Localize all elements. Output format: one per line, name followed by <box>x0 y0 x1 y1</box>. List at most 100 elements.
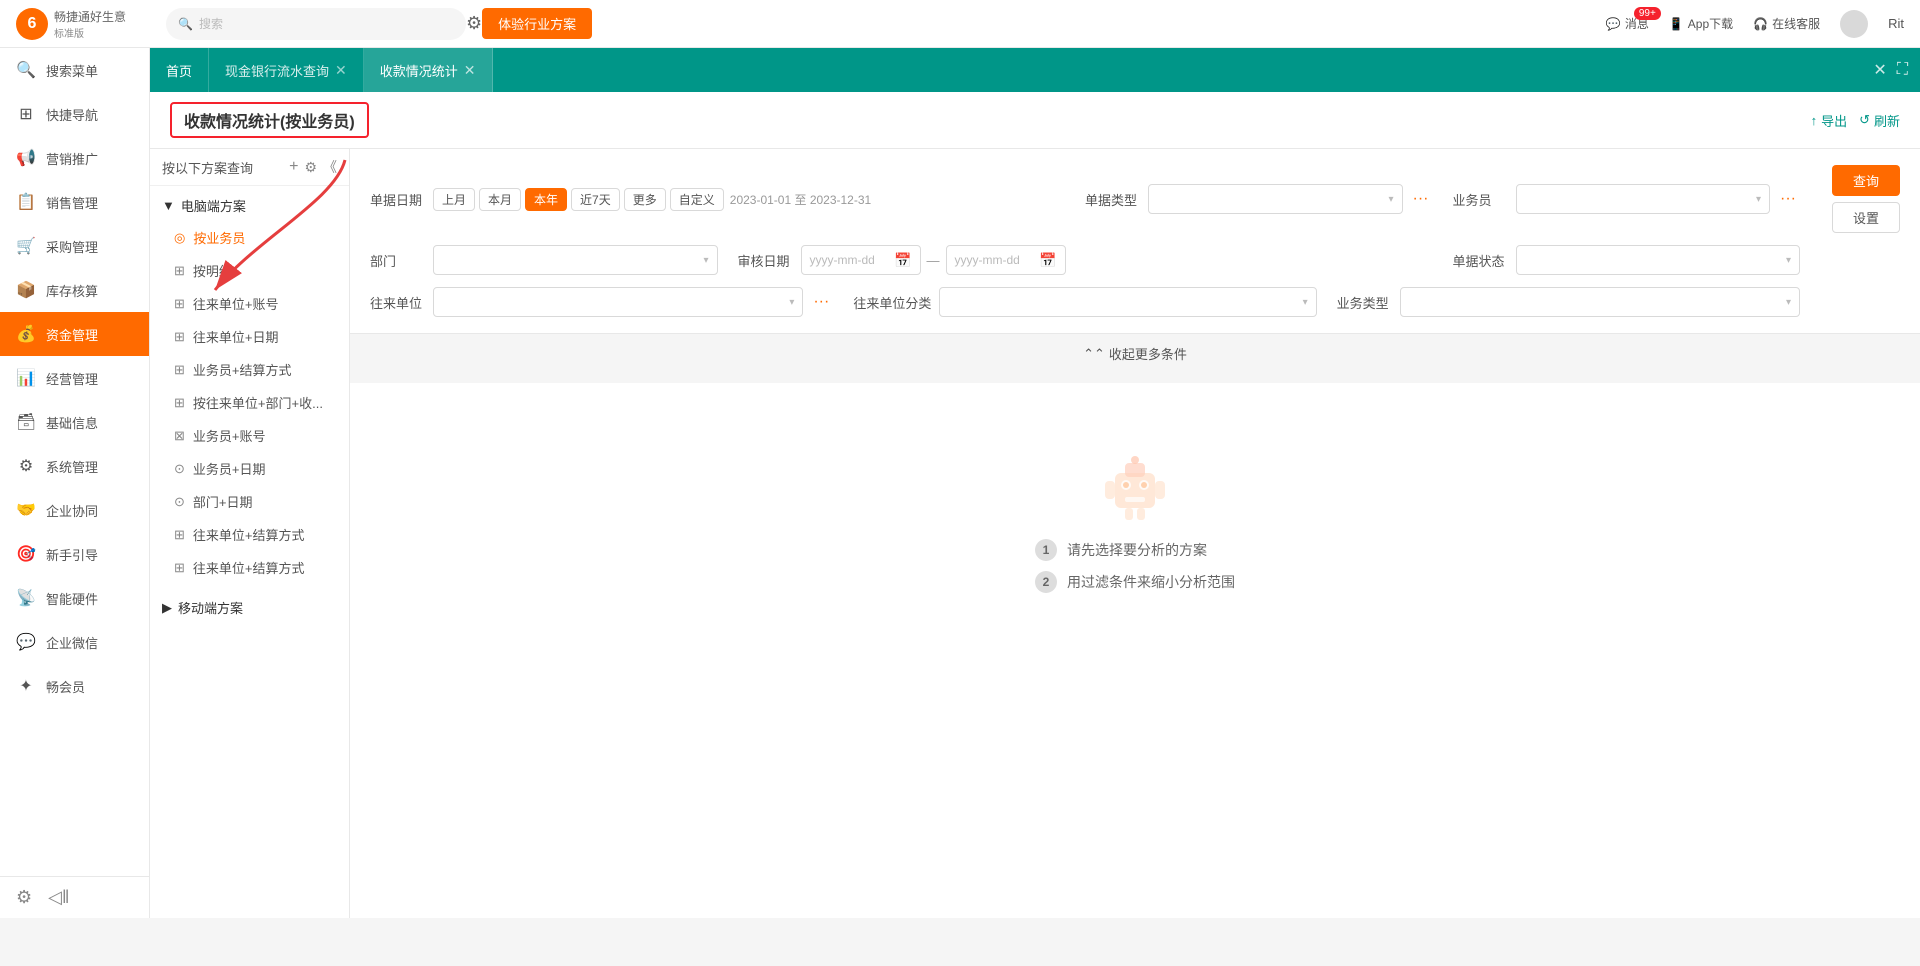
sidebar-collapse-icon[interactable]: ◁‖ <box>48 887 69 908</box>
basic-icon: 🗃 <box>16 412 36 432</box>
sidebar-item-system[interactable]: ⚙ 系统管理 <box>0 444 149 488</box>
scheme-group-pc-header[interactable]: ▼ 电脑端方案 <box>150 190 349 221</box>
user-name: Rit <box>1888 16 1904 31</box>
messages-item[interactable]: 💬 消息 99+ <box>1606 15 1649 32</box>
sidebar-item-marketing[interactable]: 📢 营销推广 <box>0 136 149 180</box>
member-icon: ✦ <box>16 676 36 696</box>
scheme-item-partner-account[interactable]: ⊞ 往来单位+账号 <box>150 287 349 320</box>
top-bar: 6 畅捷通好生意 标准版 🔍 搜索 ⚙ 体验行业方案 💬 消息 99+ 📱 Ap… <box>0 0 1920 48</box>
tab-close-all-icon[interactable]: ✕ <box>1873 60 1886 80</box>
collapse-bar[interactable]: ⌃⌃ 收起更多条件 <box>350 334 1920 373</box>
tab-cashflow-close[interactable]: ✕ <box>335 62 347 79</box>
sidebar-item-wechat[interactable]: 💬 企业微信 <box>0 620 149 664</box>
partner-more-btn[interactable]: ··· <box>809 293 833 311</box>
partner-cat-select[interactable]: ▾ <box>939 287 1316 317</box>
docstatus-select[interactable]: ▾ <box>1516 245 1801 275</box>
collapse-icon: ⌃⌃ <box>1083 346 1105 362</box>
btn-more-date[interactable]: 更多 <box>624 188 666 211</box>
marketing-icon: 📢 <box>16 148 36 168</box>
salesperson-select[interactable]: ▾ <box>1516 184 1771 214</box>
sidebar-item-quicknav[interactable]: ⊞ 快捷导航 <box>0 92 149 136</box>
scheme-group-mobile-header[interactable]: ▶ 移动端方案 <box>150 592 349 623</box>
gear-button[interactable]: ⚙ <box>466 13 482 34</box>
online-service-label: 在线客服 <box>1772 15 1820 32</box>
scheme-item-salesperson-account[interactable]: ⊠ 业务员+账号 <box>150 419 349 452</box>
review-date-end[interactable]: yyyy-mm-dd 📅 <box>946 245 1066 275</box>
scheme-item-sd-icon: ⊙ <box>174 461 185 477</box>
sidebar-item-sales[interactable]: 📋 销售管理 <box>0 180 149 224</box>
scheme-group-mobile-label: 移动端方案 <box>178 598 243 617</box>
filter-field-biztype: 业务类型 ▾ <box>1337 287 1800 317</box>
inventory-icon: 📦 <box>16 280 36 300</box>
scheme-item-partner-dept[interactable]: ⊞ 按往来单位+部门+收... <box>150 386 349 419</box>
btn-last-7-days[interactable]: 近7天 <box>571 188 620 211</box>
doctype-more-btn[interactable]: ··· <box>1409 190 1433 208</box>
filter-field-review-date: 审核日期 yyyy-mm-dd 📅 — yyyy-mm-dd <box>738 245 1433 275</box>
sidebar-item-collab[interactable]: 🤝 企业协同 <box>0 488 149 532</box>
sidebar-settings-icon[interactable]: ⚙ <box>16 887 32 908</box>
biztype-arrow: ▾ <box>1786 297 1791 308</box>
scheme-item-partner-settlement2[interactable]: ⊞ 往来单位+结算方式 <box>150 551 349 584</box>
review-date-start[interactable]: yyyy-mm-dd 📅 <box>801 245 921 275</box>
tab-cashflow[interactable]: 现金银行流水查询 ✕ <box>209 48 364 92</box>
scheme-item-ss-label: 业务员+结算方式 <box>193 360 292 379</box>
scheme-item-partner-date[interactable]: ⊞ 往来单位+日期 <box>150 320 349 353</box>
query-button[interactable]: 查询 <box>1832 165 1900 196</box>
refresh-button[interactable]: ↺ 刷新 <box>1859 111 1900 130</box>
scheme-item-dept-date[interactable]: ⊙ 部门+日期 <box>150 485 349 518</box>
sidebar-item-purchase[interactable]: 🛒 采购管理 <box>0 224 149 268</box>
partner-select[interactable]: ▾ <box>433 287 803 317</box>
sidebar-item-operations[interactable]: 📊 经营管理 <box>0 356 149 400</box>
user-avatar[interactable] <box>1840 10 1868 38</box>
doctype-select[interactable]: ▾ <box>1148 184 1403 214</box>
trial-button[interactable]: 体验行业方案 <box>482 8 592 39</box>
btn-custom-date[interactable]: 自定义 <box>670 188 724 211</box>
btn-last-month[interactable]: 上月 <box>433 188 475 211</box>
sidebar-item-search[interactable]: 🔍 搜索菜单 <box>0 48 149 92</box>
settings-button[interactable]: 设置 <box>1832 202 1900 233</box>
scheme-item-salesperson-date[interactable]: ⊙ 业务员+日期 <box>150 452 349 485</box>
scheme-add-icon[interactable]: + <box>289 158 298 176</box>
btn-this-month[interactable]: 本月 <box>479 188 521 211</box>
main-content: 按以下方案查询 + ⚙ 《 ▼ 电脑端方案 ◎ 按业务员 <box>150 149 1920 918</box>
biztype-select[interactable]: ▾ <box>1400 287 1800 317</box>
online-service-item[interactable]: 🎧 在线客服 <box>1753 15 1820 32</box>
scheme-item-salesperson-settlement[interactable]: ⊞ 业务员+结算方式 <box>150 353 349 386</box>
scheme-item-pdept-label: 按往来单位+部门+收... <box>193 393 323 412</box>
scheme-item-salesperson[interactable]: ◎ 按业务员 <box>150 221 349 254</box>
sidebar-item-finance[interactable]: 💰 资金管理 <box>0 312 149 356</box>
scheme-item-detail[interactable]: ⊞ 按明细 <box>150 254 349 287</box>
tab-home[interactable]: 首页 <box>150 48 209 92</box>
scheme-item-partner-settlement1[interactable]: ⊞ 往来单位+结算方式 <box>150 518 349 551</box>
salesperson-control: ▾ ··· <box>1516 184 1801 214</box>
sidebar-item-hardware[interactable]: 📡 智能硬件 <box>0 576 149 620</box>
sidebar-item-member[interactable]: ✦ 畅会员 <box>0 664 149 708</box>
app-download-item[interactable]: 📱 App下载 <box>1669 15 1733 32</box>
btn-this-year[interactable]: 本年 <box>525 188 567 211</box>
dept-arrow: ▾ <box>703 255 708 266</box>
date-range-display: 2023-01-01 至 2023-12-31 <box>730 191 871 208</box>
tab-fullscreen-icon[interactable]: ⛶ <box>1897 61 1908 79</box>
sidebar-item-basic[interactable]: 🗃 基础信息 <box>0 400 149 444</box>
scheme-item-sa-icon: ⊠ <box>174 428 185 444</box>
sidebar-item-guide[interactable]: 🎯 新手引导 <box>0 532 149 576</box>
partner-cat-control: ▾ <box>939 287 1316 317</box>
page-header-actions: ↑ 导出 ↺ 刷新 <box>1811 111 1900 130</box>
scheme-collapse-icon[interactable]: 《 <box>323 157 337 177</box>
scheme-settings-icon[interactable]: ⚙ <box>304 159 317 176</box>
dept-select[interactable]: ▾ <box>433 245 718 275</box>
search-bar-top[interactable]: 🔍 搜索 <box>166 8 466 40</box>
export-label: 导出 <box>1821 111 1847 130</box>
robot-illustration <box>1095 443 1175 523</box>
scheme-panel-header: 按以下方案查询 + ⚙ 《 <box>150 149 349 186</box>
sidebar-item-inventory[interactable]: 📦 库存核算 <box>0 268 149 312</box>
scheme-group-pc: ▼ 电脑端方案 ◎ 按业务员 ⊞ 按明细 ⊞ 往来单位+账号 <box>150 186 349 588</box>
salesperson-more-btn[interactable]: ··· <box>1776 190 1800 208</box>
sidebar-label-system: 系统管理 <box>46 457 98 476</box>
search-placeholder: 搜索 <box>199 15 223 32</box>
download-icon: 📱 <box>1669 17 1684 31</box>
filter-field-salesperson: 业务员 ▾ ··· <box>1453 184 1801 214</box>
tab-collection[interactable]: 收款情况统计 ✕ <box>364 48 493 92</box>
tab-collection-close[interactable]: ✕ <box>464 62 476 79</box>
export-button[interactable]: ↑ 导出 <box>1811 111 1848 130</box>
